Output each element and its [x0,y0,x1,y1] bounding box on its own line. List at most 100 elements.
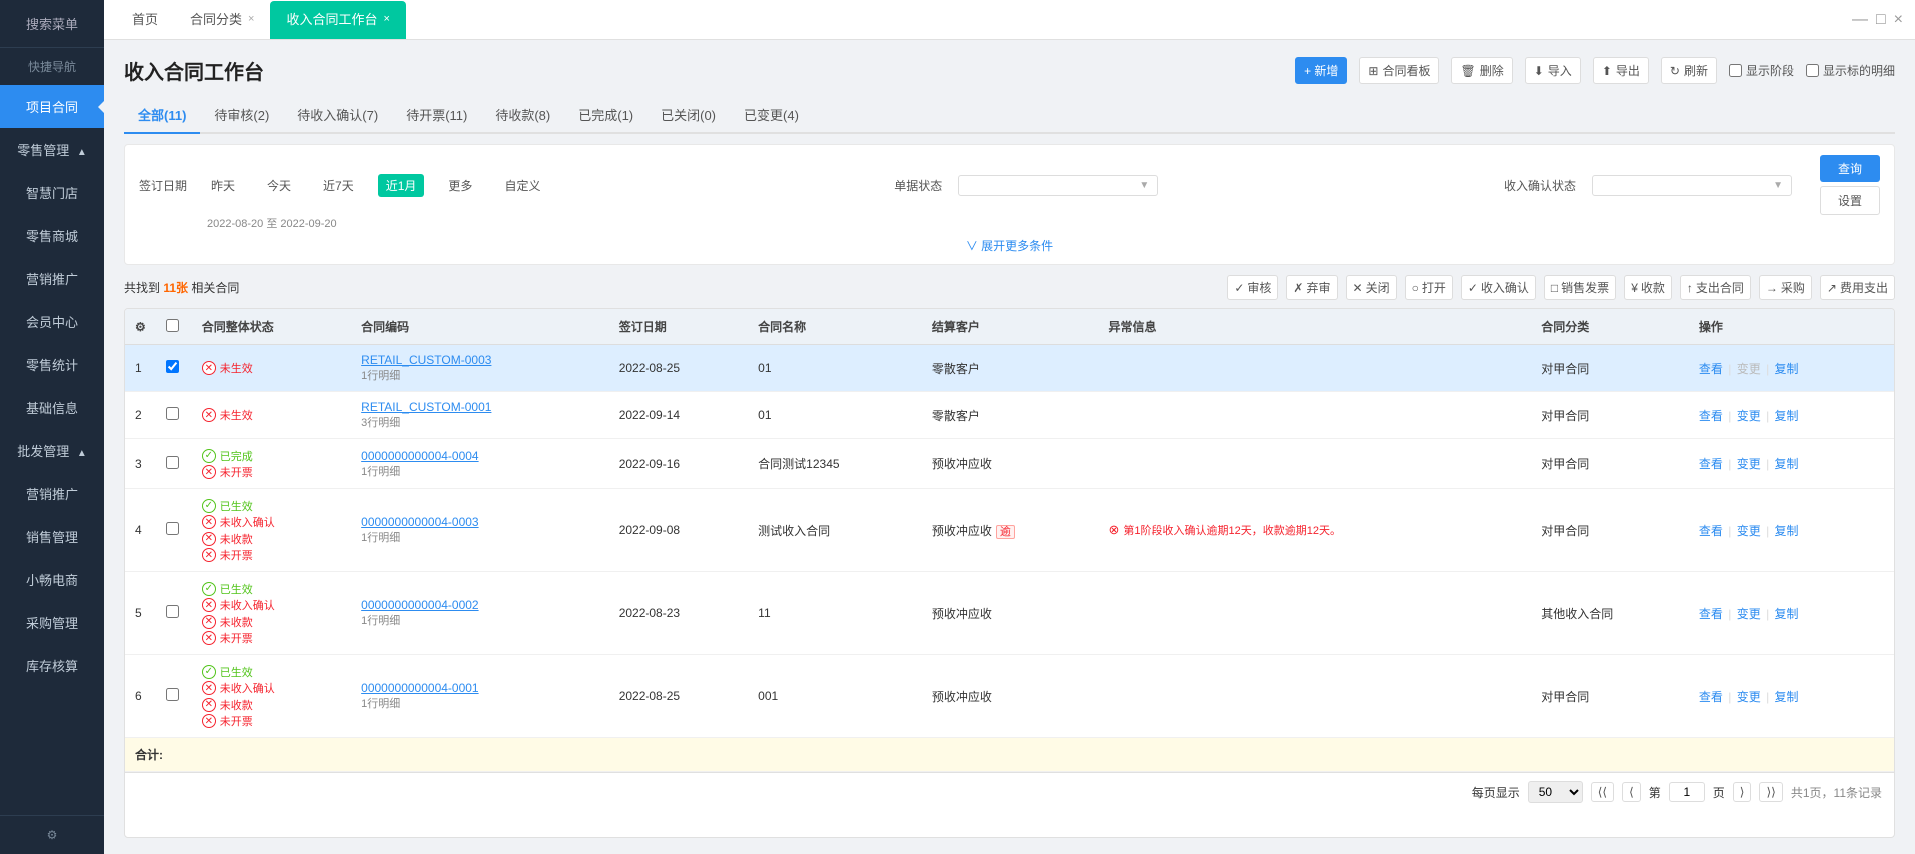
import-button[interactable]: ⬇ 导入 [1525,57,1581,84]
collection-btn[interactable]: ¥收款 [1624,275,1672,300]
abandon-btn[interactable]: ✗弃审 [1286,275,1337,300]
filter-more[interactable]: 更多 [440,174,480,197]
sales-invoice-btn[interactable]: □销售发票 [1544,275,1616,300]
next-page-btn[interactable]: ⟩ [1733,782,1752,802]
op-变更-btn[interactable]: 变更 [1737,690,1761,704]
row-checkbox[interactable] [166,407,179,420]
sidebar-item-smart-store[interactable]: 智慧门店 [0,171,104,214]
row-checkbox[interactable] [166,605,179,618]
sub-tab-pending-confirm[interactable]: 待收入确认(7) [283,97,392,134]
sidebar-item-ecommerce[interactable]: 小畅电商 [0,558,104,601]
op-复制-btn[interactable]: 复制 [1775,409,1799,423]
sidebar-item-retail-mgmt[interactable]: 零售管理 ▲ [0,128,104,171]
contract-code-link[interactable]: 0000000000004-0002 [361,598,478,612]
filter-yesterday[interactable]: 昨天 [203,174,243,197]
last-page-btn[interactable]: ⟩⟩ [1759,782,1782,802]
filter-income-status-select[interactable]: ▼ [1592,175,1792,196]
sidebar-item-retail-stats[interactable]: 零售统计 [0,343,104,386]
setting-button[interactable]: 设置 [1820,186,1880,215]
filter-last1month[interactable]: 近1月 [378,174,425,197]
contract-code-link[interactable]: 0000000000004-0001 [361,681,478,695]
tab-home[interactable]: 首页 [116,0,174,40]
sub-tab-pending-payment[interactable]: 待收款(8) [481,97,564,134]
close-icon[interactable]: × [383,13,389,25]
export-button[interactable]: ⬆ 导出 [1593,57,1649,84]
close-icon[interactable]: × [248,13,254,25]
income-confirm-btn[interactable]: ✓收入确认 [1461,275,1536,300]
close-btn[interactable]: ✕关闭 [1346,275,1397,300]
sidebar-item-retail-mall[interactable]: 零售商城 [0,214,104,257]
row-checkbox[interactable] [166,456,179,469]
filter-today[interactable]: 今天 [259,174,299,197]
add-button[interactable]: + 新增 [1295,57,1347,84]
out-contract-btn[interactable]: ↑支出合同 [1680,275,1751,300]
delete-button[interactable]: 🗑 删除 [1451,57,1512,84]
row-checkbox[interactable] [166,522,179,535]
sub-tab-changed[interactable]: 已变更(4) [730,97,813,134]
sidebar-item-wholesale-mgmt[interactable]: 批发管理 ▲ [0,429,104,472]
sub-tab-pending-invoice[interactable]: 待开票(11) [392,97,481,134]
op-查看-btn[interactable]: 查看 [1699,690,1723,704]
sidebar-settings[interactable]: ⚙ [0,815,104,854]
kanban-button[interactable]: ⊞ 合同看板 [1359,57,1439,84]
sidebar-item-purchase-mgmt[interactable]: 采购管理 [0,601,104,644]
sidebar-item-project[interactable]: 项目合同 [0,85,104,128]
op-复制-btn[interactable]: 复制 [1775,457,1799,471]
sidebar-search[interactable]: 搜索菜单 [0,0,104,48]
op-变更-btn[interactable]: 变更 [1737,524,1761,538]
sub-tab-all[interactable]: 全部(11) [124,97,200,134]
op-复制-btn[interactable]: 复制 [1775,524,1799,538]
sidebar-item-member-center[interactable]: 会员中心 [0,300,104,343]
filter-doc-status-select[interactable]: ▼ [958,175,1158,196]
tab-contract-category[interactable]: 合同分类 × [174,0,270,40]
review-btn[interactable]: ✓审核 [1227,275,1278,300]
col-settings[interactable]: ⚙ [125,309,156,345]
filter-custom[interactable]: 自定义 [496,174,548,197]
op-复制-btn[interactable]: 复制 [1775,362,1799,376]
show-stages-checkbox[interactable]: 显示阶段 [1729,62,1794,79]
prev-page-btn[interactable]: ⟨ [1622,782,1641,802]
op-查看-btn[interactable]: 查看 [1699,607,1723,621]
sub-tab-completed[interactable]: 已完成(1) [564,97,647,134]
op-变更-btn[interactable]: 变更 [1737,607,1761,621]
op-查看-btn[interactable]: 查看 [1699,524,1723,538]
sidebar-item-marketing[interactable]: 营销推广 [0,257,104,300]
show-details-checkbox[interactable]: 显示标的明细 [1806,62,1895,79]
first-page-btn[interactable]: ⟨⟨ [1591,782,1614,802]
sidebar-item-basic-info[interactable]: 基础信息 [0,386,104,429]
minimize-icon[interactable]: — [1852,11,1868,29]
tab-income-workbench[interactable]: 收入合同工作台 × [270,1,405,39]
row-checkbox[interactable] [166,360,179,373]
op-复制-btn[interactable]: 复制 [1775,607,1799,621]
maximize-icon[interactable]: □ [1876,11,1886,29]
op-变更-btn[interactable]: 变更 [1737,362,1761,376]
sub-tab-pending-review[interactable]: 待审核(2) [200,97,283,134]
current-page-input[interactable] [1669,782,1705,802]
filter-doc-status-label: 单据状态 [894,177,942,194]
refresh-button[interactable]: ↻ 刷新 [1661,57,1717,84]
contract-code-link[interactable]: RETAIL_CUSTOM-0003 [361,353,491,367]
op-复制-btn[interactable]: 复制 [1775,690,1799,704]
open-btn[interactable]: ○打开 [1405,275,1453,300]
row-checkbox[interactable] [166,688,179,701]
close-window-icon[interactable]: × [1894,11,1903,29]
purchase-btn[interactable]: →采购 [1759,275,1812,300]
contract-code-link[interactable]: 0000000000004-0004 [361,449,478,463]
op-查看-btn[interactable]: 查看 [1699,362,1723,376]
page-size-select[interactable]: 50 20 100 [1528,781,1583,803]
op-查看-btn[interactable]: 查看 [1699,409,1723,423]
sidebar-item-marketing2[interactable]: 营销推广 [0,472,104,515]
filter-last7[interactable]: 近7天 [315,174,362,197]
expand-more-btn[interactable]: ∨ 展开更多条件 [966,237,1053,254]
query-button[interactable]: 查询 [1820,155,1880,182]
op-变更-btn[interactable]: 变更 [1737,409,1761,423]
contract-code-link[interactable]: 0000000000004-0003 [361,515,478,529]
col-checkbox[interactable] [156,309,192,345]
expense-out-btn[interactable]: ↗费用支出 [1820,275,1895,300]
sidebar-item-inventory[interactable]: 库存核算 [0,644,104,687]
op-查看-btn[interactable]: 查看 [1699,457,1723,471]
op-变更-btn[interactable]: 变更 [1737,457,1761,471]
contract-code-link[interactable]: RETAIL_CUSTOM-0001 [361,400,491,414]
sub-tab-closed[interactable]: 已关闭(0) [647,97,730,134]
sidebar-item-sales-mgmt[interactable]: 销售管理 [0,515,104,558]
